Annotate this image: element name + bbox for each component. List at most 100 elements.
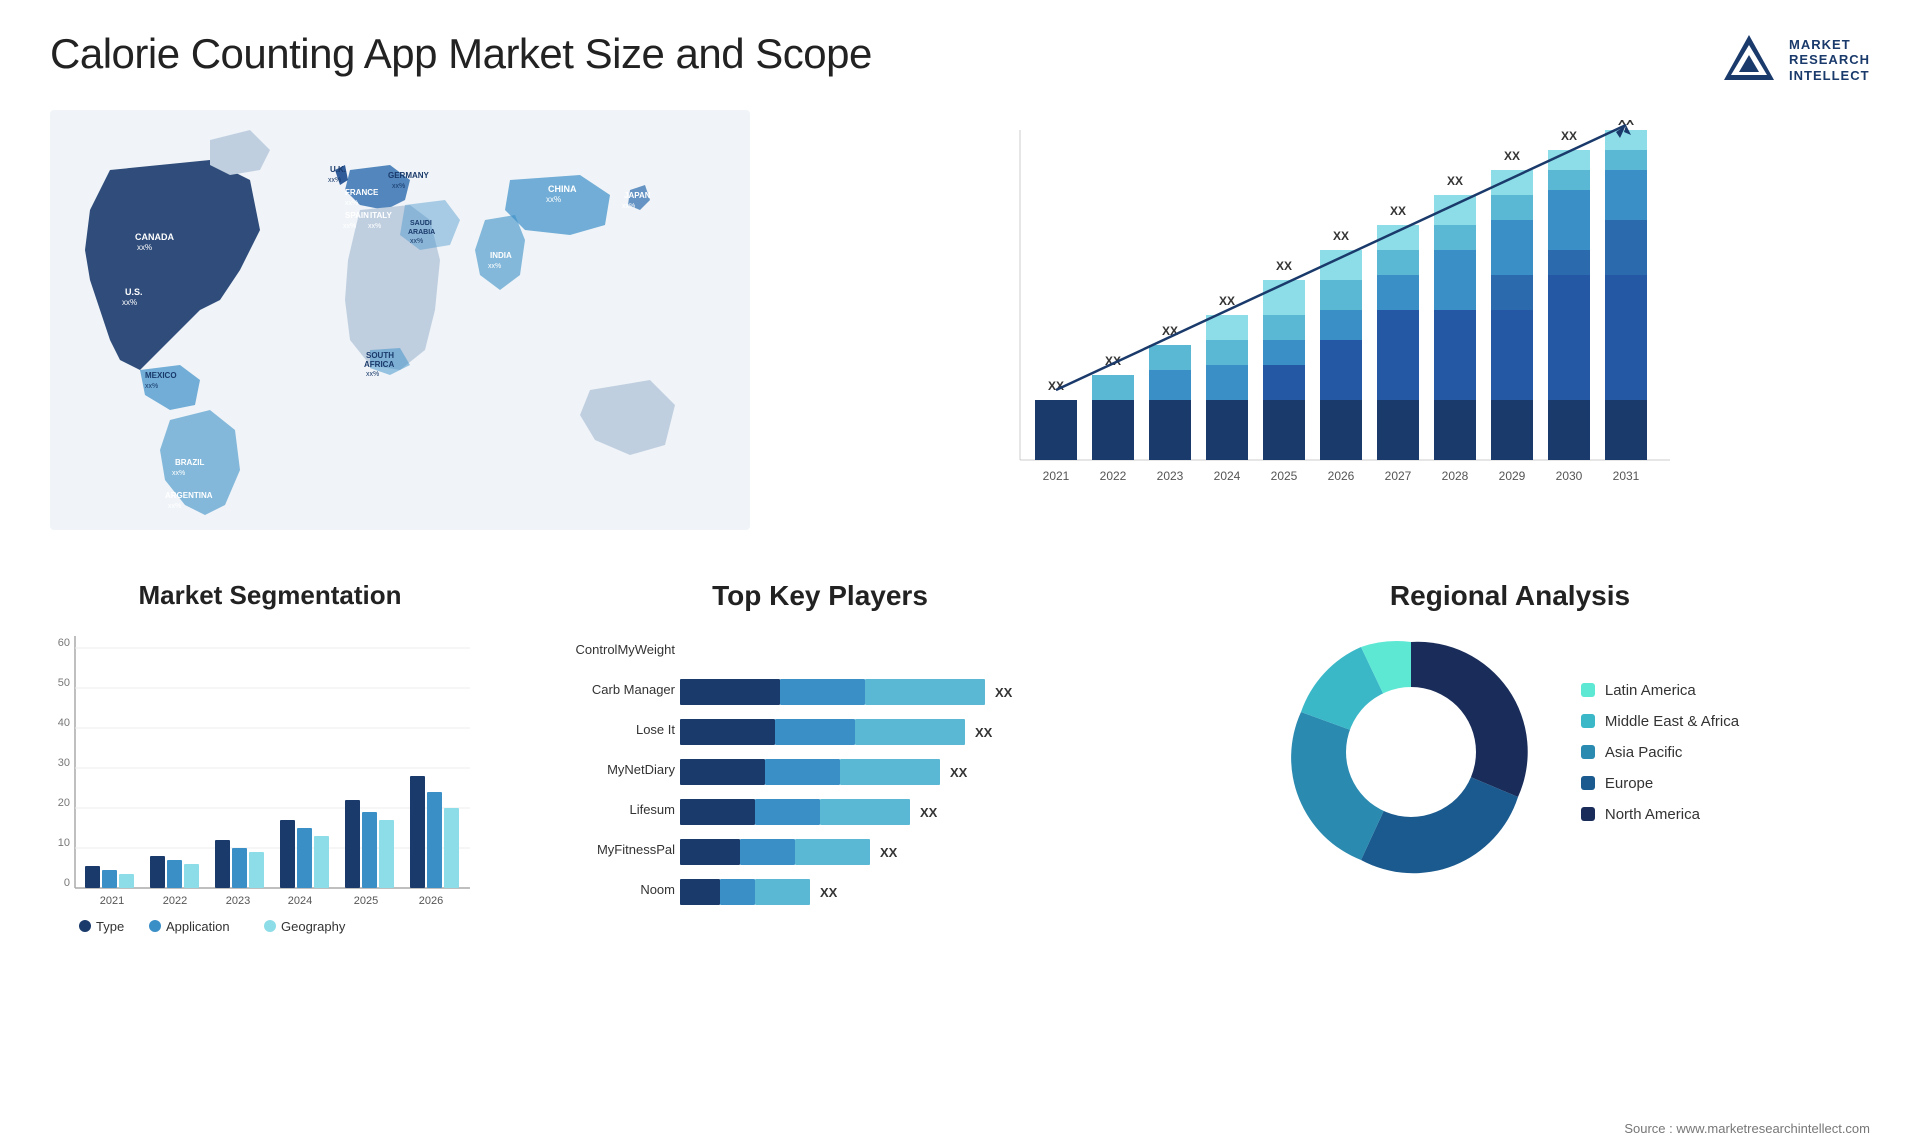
middle-east-dot [1581,714,1595,728]
svg-text:2030: 2030 [1556,469,1583,483]
header: Calorie Counting App Market Size and Sco… [50,30,1870,90]
svg-text:XX: XX [1048,379,1064,393]
regional-title: Regional Analysis [1150,580,1870,612]
logo-text: MARKET RESEARCH INTELLECT [1789,37,1870,84]
svg-text:2029: 2029 [1499,469,1526,483]
svg-text:xx%: xx% [410,238,423,245]
north-america-dot [1581,807,1595,821]
svg-text:XX: XX [1447,174,1463,188]
svg-text:xx%: xx% [392,183,405,190]
europe-label: Europe [1605,775,1653,792]
svg-text:xx%: xx% [368,223,381,230]
svg-text:xx%: xx% [622,203,635,210]
svg-text:xx%: xx% [328,177,341,184]
svg-text:2025: 2025 [1271,469,1298,483]
source-text: Source : www.marketresearchintellect.com [1624,1121,1870,1136]
svg-text:xx%: xx% [345,200,358,207]
svg-text:2026: 2026 [1328,469,1355,483]
segmentation-title: Market Segmentation [50,580,490,611]
legend-latin-america: Latin America [1581,682,1739,699]
svg-text:XX: XX [1333,229,1349,243]
svg-text:50: 50 [58,677,70,689]
svg-text:XX: XX [1390,204,1406,218]
legend-north-america: North America [1581,806,1739,823]
svg-text:10: 10 [58,837,70,849]
svg-text:SAUDI: SAUDI [410,220,432,227]
svg-text:xx%: xx% [137,243,152,252]
svg-text:2022: 2022 [163,895,187,907]
svg-text:Application: Application [166,919,230,934]
legend-europe: Europe [1581,775,1739,792]
svg-text:CHINA: CHINA [548,184,577,194]
segmentation-chart: 0 10 20 30 40 50 60 [50,626,480,946]
key-players-title: Top Key Players [520,580,1120,612]
svg-text:MyNetDiary: MyNetDiary [607,762,675,777]
bottom-section: Market Segmentation 0 10 20 30 40 50 60 [50,580,1870,1140]
north-america-label: North America [1605,806,1700,823]
svg-text:INDIA: INDIA [490,251,512,260]
latin-america-label: Latin America [1605,682,1696,699]
svg-text:Noom: Noom [640,882,675,897]
svg-text:BRAZIL: BRAZIL [175,458,204,467]
svg-text:40: 40 [58,717,70,729]
regional-panel: Regional Analysis [1150,580,1870,1140]
svg-text:XX: XX [820,885,838,900]
svg-text:AFRICA: AFRICA [364,360,394,369]
svg-text:GERMANY: GERMANY [388,171,430,180]
svg-text:ITALY: ITALY [370,211,392,220]
svg-text:60: 60 [58,637,70,649]
svg-text:XX: XX [1219,294,1235,308]
world-map: CANADA xx% U.S. xx% MEXICO xx% BRAZIL xx… [50,110,750,530]
svg-text:SOUTH: SOUTH [366,351,394,360]
svg-text:XX: XX [880,845,898,860]
svg-text:U.S.: U.S. [125,287,143,297]
svg-text:FRANCE: FRANCE [345,188,379,197]
growth-chart-svg: XX 2021 XX 2022 XX 2023 XX 2024 [790,120,1870,520]
logo-container: MARKET RESEARCH INTELLECT [1719,30,1870,90]
growth-chart-container: XX 2021 XX 2022 XX 2023 XX 2024 [790,110,1870,550]
svg-text:U.K.: U.K. [330,165,346,174]
segmentation-panel: Market Segmentation 0 10 20 30 40 50 60 [50,580,490,1140]
svg-text:Carb Manager: Carb Manager [592,682,676,697]
asia-pacific-label: Asia Pacific [1605,744,1683,761]
svg-text:xx%: xx% [343,223,356,230]
svg-text:2024: 2024 [288,895,312,907]
middle-east-label: Middle East & Africa [1605,713,1739,730]
donut-chart [1281,622,1541,882]
regional-legend: Latin America Middle East & Africa Asia … [1581,682,1739,823]
svg-text:30: 30 [58,757,70,769]
svg-text:2026: 2026 [419,895,443,907]
svg-text:xx%: xx% [366,371,379,378]
svg-text:xx%: xx% [546,195,561,204]
top-section: CANADA xx% U.S. xx% MEXICO xx% BRAZIL xx… [50,110,1870,550]
svg-text:XX: XX [975,725,993,740]
svg-text:2027: 2027 [1385,469,1412,483]
page-title: Calorie Counting App Market Size and Sco… [50,30,872,78]
svg-text:XX: XX [1276,259,1292,273]
svg-text:2024: 2024 [1214,469,1241,483]
legend-asia-pacific: Asia Pacific [1581,744,1739,761]
svg-text:ARABIA: ARABIA [408,229,435,236]
svg-text:XX: XX [920,805,938,820]
svg-text:xx%: xx% [145,383,158,390]
key-players-panel: Top Key Players ControlMyWeight Carb Man… [520,580,1120,1140]
svg-text:XX: XX [950,765,968,780]
svg-text:XX: XX [1504,149,1520,163]
svg-text:Geography: Geography [281,919,346,934]
svg-text:xx%: xx% [122,298,137,307]
svg-text:2021: 2021 [1043,469,1070,483]
svg-text:ControlMyWeight: ControlMyWeight [576,642,676,657]
svg-text:2031: 2031 [1613,469,1640,483]
map-container: CANADA xx% U.S. xx% MEXICO xx% BRAZIL xx… [50,110,750,550]
asia-pacific-dot [1581,745,1595,759]
europe-dot [1581,776,1595,790]
logo-icon [1719,30,1779,90]
svg-text:xx%: xx% [168,503,181,510]
svg-text:MEXICO: MEXICO [145,371,177,380]
svg-text:XX: XX [995,685,1013,700]
svg-text:CANADA: CANADA [135,232,174,242]
svg-text:ARGENTINA: ARGENTINA [165,491,213,500]
svg-text:SPAIN: SPAIN [345,211,369,220]
latin-america-dot [1581,683,1595,697]
svg-text:Type: Type [96,919,124,934]
